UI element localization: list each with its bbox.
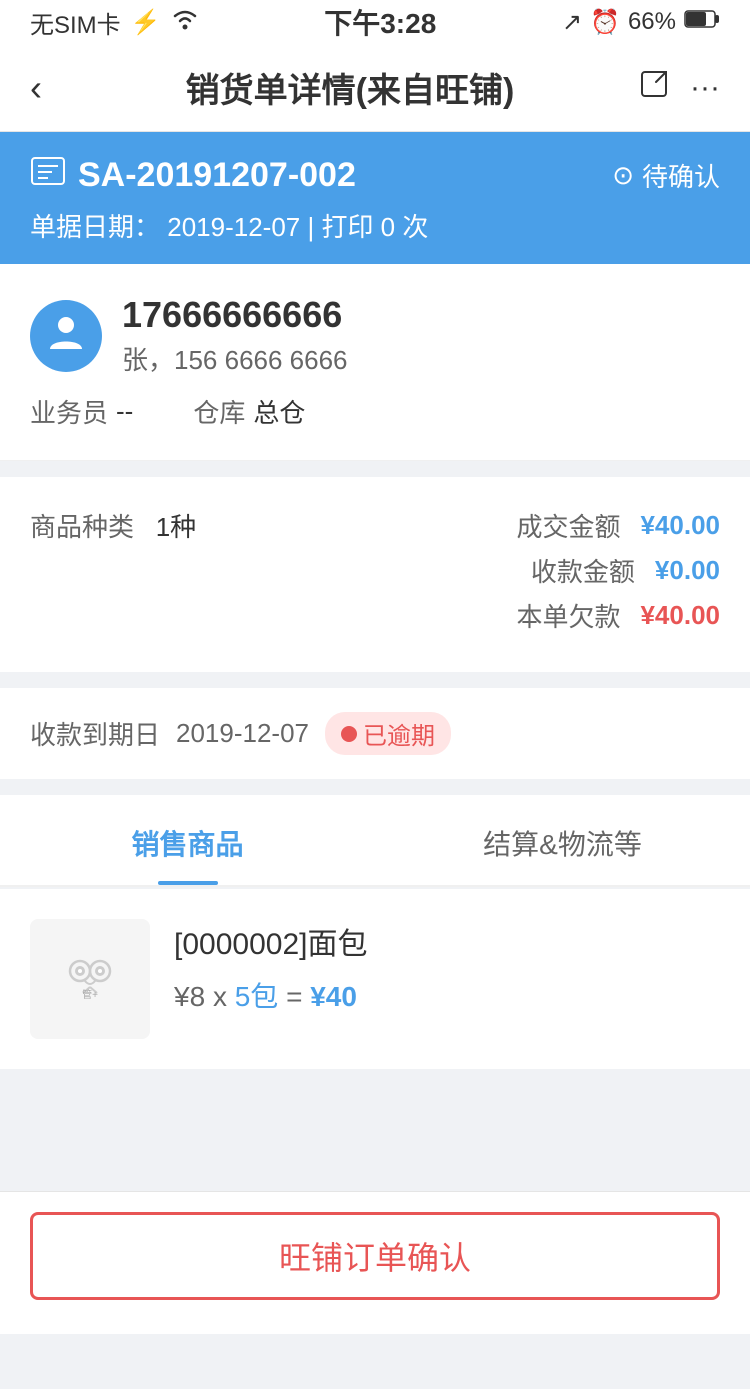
product-item: 管+ [0000002]面包 ¥8 x 5包 = ¥40 [0, 889, 750, 1069]
collected-label: 收款金额 [531, 552, 635, 589]
status-left: 无SIM卡 ⚡ [30, 5, 199, 40]
order-number: SA-20191207-002 [30, 156, 356, 195]
share-button[interactable] [638, 68, 670, 108]
back-button[interactable]: ‹ [30, 67, 62, 109]
status-bar: 无SIM卡 ⚡ 下午3:28 ↗ ⏰ 66% [0, 0, 750, 44]
tab-settlement[interactable]: 结算&物流等 [375, 795, 750, 885]
clock-icon: ⊙ [612, 160, 634, 191]
owe-label: 本单欠款 [516, 597, 620, 634]
more-button[interactable]: ··· [690, 71, 720, 105]
nav-actions: ··· [638, 68, 720, 108]
confirm-order-button[interactable]: 旺铺订单确认 [30, 1212, 720, 1300]
wifi-signal-icon [171, 8, 199, 37]
user-icon [46, 311, 86, 361]
battery-icon [684, 8, 720, 36]
status-right: ↗ ⏰ 66% [562, 8, 720, 37]
product-type-label: 商品种类 [30, 512, 134, 542]
nav-bar: ‹ 销货单详情(来自旺铺) ··· [0, 44, 750, 132]
warehouse-label: 仓库 [193, 393, 245, 430]
deal-amount-label: 成交金额 [516, 507, 620, 544]
product-type: 商品种类 1种 [30, 507, 196, 544]
overdue-text: 已逾期 [363, 716, 435, 751]
price-value: ¥8 [174, 981, 205, 1012]
status-time: 下午3:28 [324, 2, 436, 42]
bottom-bar: 旺铺订单确认 [0, 1191, 750, 1334]
svg-text:管+: 管+ [82, 988, 98, 999]
order-icon [30, 156, 66, 195]
customer-card: 17666666666 张，156 6666 6666 业务员 -- 仓库 总仓 [0, 264, 750, 461]
carrier-label: 无SIM卡 [30, 5, 121, 40]
multiply-sign: x [213, 981, 235, 1012]
owe-value: ¥40.00 [640, 600, 720, 631]
wifi-icon: ⚡ [131, 8, 161, 37]
product-price: ¥8 x 5包 = ¥40 [174, 975, 720, 1015]
amounts: 成交金额 ¥40.00 收款金额 ¥0.00 本单欠款 ¥40.00 [516, 507, 720, 642]
tab-sales-products[interactable]: 销售商品 [0, 795, 375, 885]
product-info: [0000002]面包 ¥8 x 5包 = ¥40 [174, 919, 720, 1015]
customer-name: 张，156 6666 6666 [122, 340, 348, 377]
order-date: 单据日期： 2019-12-07 | 打印 0 次 [30, 207, 720, 244]
collected-value: ¥0.00 [655, 555, 720, 586]
product-name: [0000002]面包 [174, 919, 720, 963]
location-icon: ↗ [562, 8, 582, 37]
due-date-section: 收款到期日 2019-12-07 已逾期 [0, 688, 750, 779]
order-status: ⊙ 待确认 [612, 157, 720, 194]
sales-value: -- [116, 396, 133, 427]
qty-value: 5包 [235, 981, 279, 1012]
product-type-value: 1种 [156, 512, 196, 542]
summary-card: 商品种类 1种 成交金额 ¥40.00 收款金额 ¥0.00 本单欠款 ¥40.… [0, 477, 750, 672]
due-date-value: 2019-12-07 [176, 718, 309, 749]
customer-top: 17666666666 张，156 6666 6666 [30, 294, 720, 377]
battery-label: 66% [628, 8, 676, 36]
total-value: ¥40 [310, 981, 357, 1012]
customer-phone: 17666666666 [122, 294, 348, 336]
product-logo-icon: 管+ [55, 949, 125, 1009]
alarm-icon: ⏰ [590, 8, 620, 37]
order-header: SA-20191207-002 ⊙ 待确认 单据日期： 2019-12-07 |… [0, 132, 750, 264]
sales-label: 业务员 [30, 393, 108, 430]
overdue-icon [341, 726, 357, 742]
equals-sign: = [286, 981, 310, 1012]
deal-amount-value: ¥40.00 [640, 510, 720, 541]
overdue-badge: 已逾期 [325, 712, 451, 755]
due-date-label: 收款到期日 [30, 715, 160, 752]
avatar [30, 300, 102, 372]
page-title: 销货单详情(来自旺铺) [62, 63, 638, 112]
tabs: 销售商品 结算&物流等 [0, 795, 750, 887]
customer-meta: 业务员 -- 仓库 总仓 [30, 393, 720, 430]
product-image: 管+ [30, 919, 150, 1039]
warehouse-value: 总仓 [253, 393, 305, 430]
